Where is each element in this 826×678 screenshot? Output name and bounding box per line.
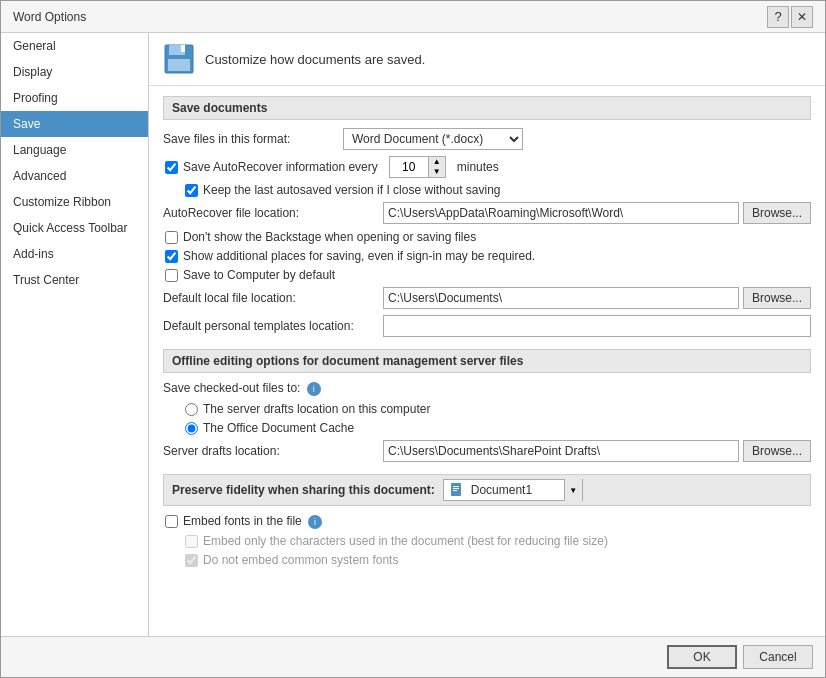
format-row: Save files in this format: Word Document… xyxy=(163,128,811,150)
autorecover-location-label: AutoRecover file location: xyxy=(163,206,383,220)
radio-office-cache[interactable] xyxy=(185,422,198,435)
autorecover-row: Save AutoRecover information every ▲ ▼ m… xyxy=(163,156,811,178)
keep-autosaved-row: Keep the last autosaved version if I clo… xyxy=(163,183,811,197)
browse-local-button[interactable]: Browse... xyxy=(743,287,811,309)
no-embed-system-label: Do not embed common system fonts xyxy=(203,553,398,567)
show-additional-label: Show additional places for saving, even … xyxy=(183,249,535,263)
dialog-footer: OK Cancel xyxy=(1,636,825,677)
svg-rect-5 xyxy=(453,486,459,487)
sidebar-item-language[interactable]: Language xyxy=(1,137,148,163)
dont-show-backstage-row: Don't show the Backstage when opening or… xyxy=(163,230,811,244)
autorecover-spinner: ▲ ▼ xyxy=(389,156,446,178)
default-personal-input[interactable] xyxy=(383,315,811,337)
svg-rect-4 xyxy=(451,483,461,496)
minutes-label: minutes xyxy=(457,160,499,174)
autorecover-label: Save AutoRecover information every xyxy=(183,160,378,174)
sidebar-item-general[interactable]: General xyxy=(1,33,148,59)
default-personal-row: Default personal templates location: xyxy=(163,315,811,337)
spin-down-arrow[interactable]: ▼ xyxy=(429,167,445,177)
sidebar-item-advanced[interactable]: Advanced xyxy=(1,163,148,189)
svg-rect-6 xyxy=(453,488,459,489)
no-embed-system-checkbox[interactable] xyxy=(185,554,198,567)
browse-server-drafts-button[interactable]: Browse... xyxy=(743,440,811,462)
dont-show-backstage-checkbox[interactable] xyxy=(165,231,178,244)
sidebar: General Display Proofing Save Language A… xyxy=(1,33,149,636)
sidebar-item-trust-center[interactable]: Trust Center xyxy=(1,267,148,293)
sidebar-item-add-ins[interactable]: Add-ins xyxy=(1,241,148,267)
sidebar-item-proofing[interactable]: Proofing xyxy=(1,85,148,111)
browse-autorecover-button[interactable]: Browse... xyxy=(743,202,811,224)
main-content: Customize how documents are saved. Save … xyxy=(149,33,825,636)
show-additional-checkbox[interactable] xyxy=(165,250,178,263)
radio-office-cache-label: The Office Document Cache xyxy=(203,421,354,435)
embed-chars-label: Embed only the characters used in the do… xyxy=(203,534,608,548)
default-local-row: Default local file location: Browse... xyxy=(163,287,811,309)
preserve-fidelity-header: Preserve fidelity when sharing this docu… xyxy=(163,474,811,506)
keep-autosaved-checkbox[interactable] xyxy=(185,184,198,197)
autorecover-location-input[interactable] xyxy=(383,202,739,224)
radio-office-cache-row: The Office Document Cache xyxy=(163,421,811,435)
no-embed-system-row: Do not embed common system fonts xyxy=(163,553,811,567)
autorecover-value[interactable] xyxy=(389,156,429,178)
info-icon[interactable]: i xyxy=(307,382,321,396)
word-options-dialog: Word Options ? ✕ General Display Proofin… xyxy=(0,0,826,678)
radio-server-drafts-label: The server drafts location on this compu… xyxy=(203,402,430,416)
offline-editing-section: Offline editing options for document man… xyxy=(163,349,811,462)
preserve-fidelity-section: Preserve fidelity when sharing this docu… xyxy=(163,474,811,567)
server-drafts-location-input[interactable] xyxy=(383,440,739,462)
save-to-computer-checkbox[interactable] xyxy=(165,269,178,282)
dont-show-backstage-label: Don't show the Backstage when opening or… xyxy=(183,230,476,244)
save-documents-header: Save documents xyxy=(163,96,811,120)
show-additional-row: Show additional places for saving, even … xyxy=(163,249,811,263)
content-area: Save documents Save files in this format… xyxy=(149,86,825,589)
sidebar-item-quick-access[interactable]: Quick Access Toolbar xyxy=(1,215,148,241)
header-area: Customize how documents are saved. xyxy=(149,33,825,86)
server-drafts-location-label: Server drafts location: xyxy=(163,444,383,458)
document-dropdown-arrow[interactable]: ▼ xyxy=(564,479,582,501)
save-to-computer-row: Save to Computer by default xyxy=(163,268,811,282)
default-local-label: Default local file location: xyxy=(163,291,383,305)
cancel-button[interactable]: Cancel xyxy=(743,645,813,669)
embed-chars-row: Embed only the characters used in the do… xyxy=(163,534,811,548)
radio-server-drafts[interactable] xyxy=(185,403,198,416)
sidebar-item-customize-ribbon[interactable]: Customize Ribbon xyxy=(1,189,148,215)
save-checkedout-label: Save checked-out files to: i xyxy=(163,381,343,396)
save-icon xyxy=(163,43,195,75)
title-bar: Word Options ? ✕ xyxy=(1,1,825,33)
dialog-title: Word Options xyxy=(13,10,86,24)
embed-fonts-checkbox[interactable] xyxy=(165,515,178,528)
save-checkedout-row: Save checked-out files to: i xyxy=(163,381,811,396)
preserve-fidelity-label: Preserve fidelity when sharing this docu… xyxy=(172,483,435,497)
embed-fonts-info-icon[interactable]: i xyxy=(308,515,322,529)
document-icon xyxy=(447,480,467,500)
embed-chars-checkbox[interactable] xyxy=(185,535,198,548)
embed-fonts-label: Embed fonts in the file i xyxy=(183,514,322,529)
ok-button[interactable]: OK xyxy=(667,645,737,669)
close-button[interactable]: ✕ xyxy=(791,6,813,28)
save-documents-section: Save documents Save files in this format… xyxy=(163,96,811,337)
document-name: Document1 xyxy=(467,483,564,497)
keep-autosaved-label: Keep the last autosaved version if I clo… xyxy=(203,183,501,197)
format-label: Save files in this format: xyxy=(163,132,343,146)
sidebar-item-save[interactable]: Save xyxy=(1,111,148,137)
server-drafts-location-row: Server drafts location: Browse... xyxy=(163,440,811,462)
offline-editing-header: Offline editing options for document man… xyxy=(163,349,811,373)
help-button[interactable]: ? xyxy=(767,6,789,28)
document-dropdown[interactable]: Document1 ▼ xyxy=(443,479,583,501)
default-local-input[interactable] xyxy=(383,287,739,309)
svg-rect-3 xyxy=(168,59,190,71)
spin-up-arrow[interactable]: ▲ xyxy=(429,157,445,167)
dialog-body: General Display Proofing Save Language A… xyxy=(1,33,825,636)
format-select[interactable]: Word Document (*.docx) xyxy=(343,128,523,150)
radio-server-drafts-row: The server drafts location on this compu… xyxy=(163,402,811,416)
svg-rect-7 xyxy=(453,490,457,491)
svg-rect-2 xyxy=(181,45,185,52)
default-personal-label: Default personal templates location: xyxy=(163,319,383,333)
save-to-computer-label: Save to Computer by default xyxy=(183,268,335,282)
autorecover-location-row: AutoRecover file location: Browse... xyxy=(163,202,811,224)
header-title: Customize how documents are saved. xyxy=(205,52,425,67)
sidebar-item-display[interactable]: Display xyxy=(1,59,148,85)
autorecover-checkbox[interactable] xyxy=(165,161,178,174)
embed-fonts-row: Embed fonts in the file i xyxy=(163,514,811,529)
